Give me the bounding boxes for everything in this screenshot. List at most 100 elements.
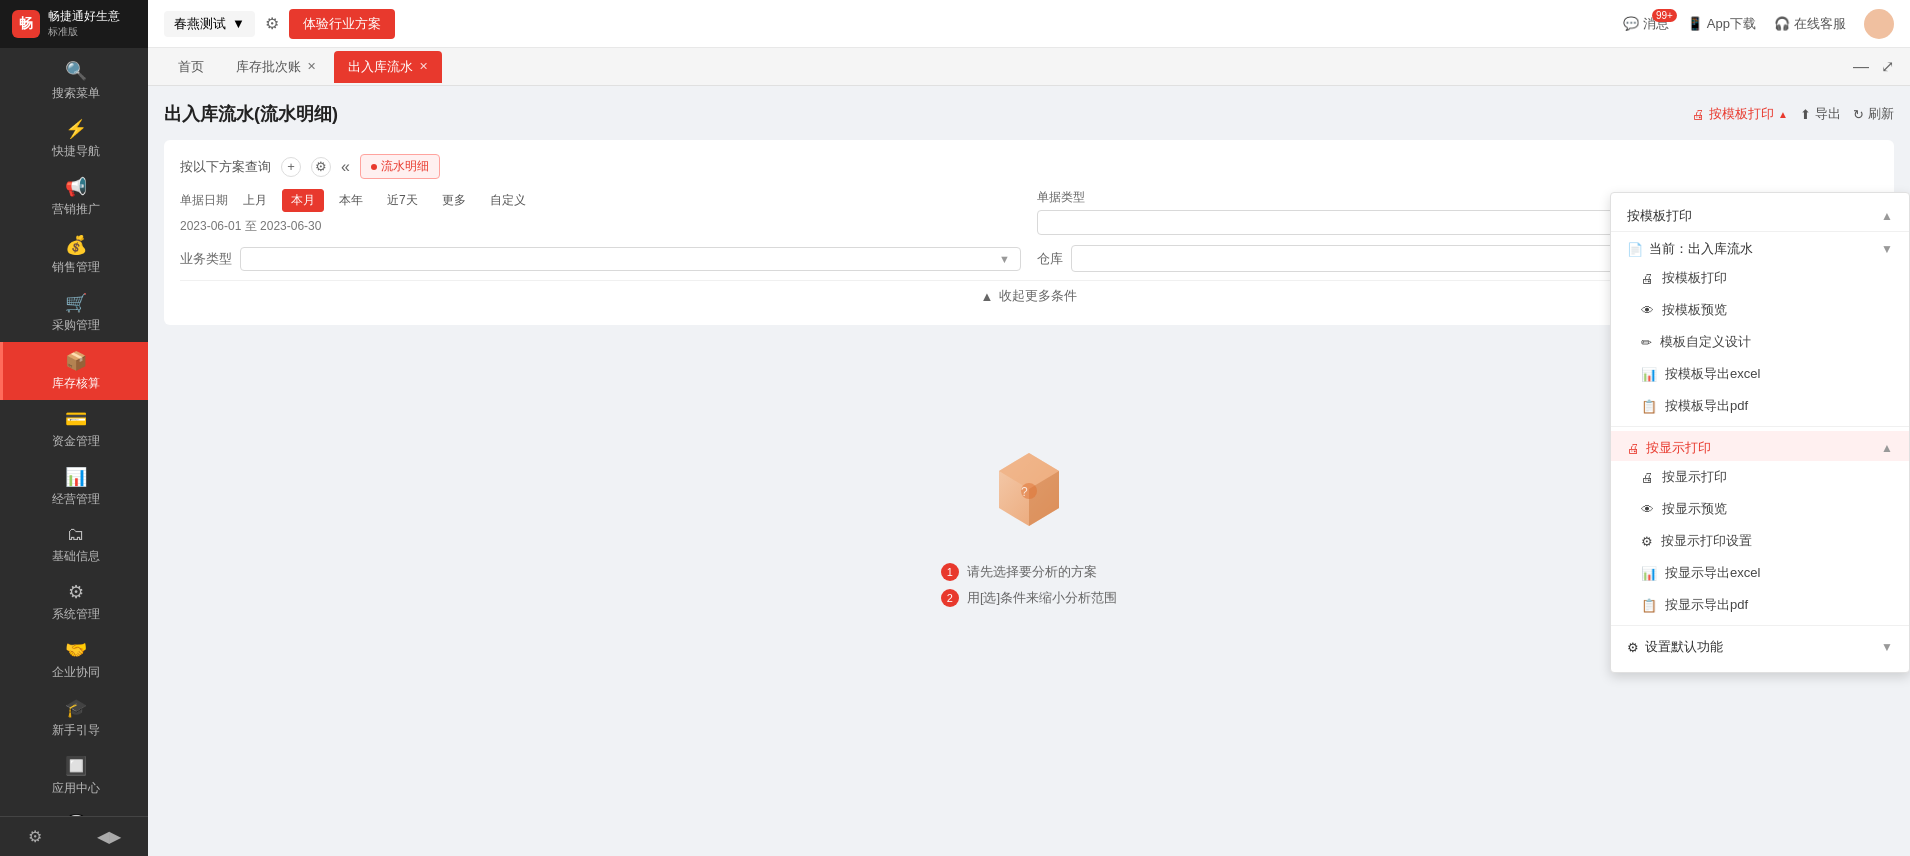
tab-in-out-flow-close-icon[interactable]: ✕ [419,60,428,73]
sidebar-item-finance[interactable]: 💳 资金管理 [0,400,148,458]
apps-icon: 🔲 [65,755,87,777]
filter-collapse-icon[interactable]: « [341,158,350,176]
tab-batch-account-label: 库存批次账 [236,58,301,76]
dropdown-item-template-export-pdf[interactable]: 📋 按模板导出pdf [1611,390,1909,422]
template-export-excel-icon: 📊 [1641,367,1657,382]
tab-home-label: 首页 [178,58,204,76]
dropdown-item-display-export-pdf[interactable]: 📋 按显示导出pdf [1611,589,1909,621]
last-7-days-button[interactable]: 近7天 [378,189,427,212]
dropdown-current-section[interactable]: 📄 当前：出入库流水 ▼ [1611,232,1909,262]
system-icon: ⚙ [68,581,84,603]
sidebar-item-basic[interactable]: 🗂 基础信息 [0,516,148,573]
this-month-button[interactable]: 本月 [282,189,324,212]
dropdown-display-icon: 🖨 [1627,441,1640,456]
sidebar-item-inventory[interactable]: 📦 库存核算 [0,342,148,400]
sidebar-item-search-menu[interactable]: 🔍 搜索菜单 [0,52,148,110]
user-selector[interactable]: 春燕测试 ▼ [164,11,255,37]
app-download-button[interactable]: 📱 App下载 [1687,15,1756,33]
sidebar-item-cooperation[interactable]: 🤝 企业协同 [0,631,148,689]
filter-add-button[interactable]: + [281,157,301,177]
tab-minimize-icon[interactable]: — [1853,58,1869,76]
prev-month-button[interactable]: 上月 [234,189,276,212]
dropdown-footer[interactable]: ⚙ 设置默认功能 ▼ [1611,630,1909,664]
export-button[interactable]: ⬆ 导出 [1800,105,1841,123]
dropdown-divider-2 [1611,625,1909,626]
sidebar-collapse-button[interactable]: ◀▶ [97,827,121,846]
dropdown-item-template-custom[interactable]: ✏ 模板自定义设计 [1611,326,1909,358]
refresh-button[interactable]: ↻ 刷新 [1853,105,1894,123]
filter-business-type-item: 业务类型 ▼ [180,247,1021,271]
date-range-start: 2023-06-01 [180,219,241,233]
dropdown-footer-icon: ⚙ [1627,640,1639,655]
sidebar-item-apps[interactable]: 🔲 应用中心 [0,747,148,805]
guide-icon: 🎓 [65,697,87,719]
dropdown-display-chevron-up-icon: ▲ [1881,441,1893,455]
dropdown-current-label: 当前：出入库流水 [1649,240,1753,258]
page-content: 出入库流水(流水明细) 🖨 按模板打印 ▲ ⬆ 导出 ↻ 刷新 [148,86,1910,856]
empty-hints: 1 请先选择要分析的方案 2 用[选]条件来缩小分析范围 [941,563,1117,615]
dropdown-divider [1611,426,1909,427]
sidebar-item-sales[interactable]: 💰 销售管理 [0,226,148,284]
print-template-icon: 🖨 [1692,107,1705,122]
sidebar-settings-button[interactable]: ⚙ [28,827,42,846]
header-settings-icon[interactable]: ⚙ [265,14,279,33]
tab-home[interactable]: 首页 [164,51,218,83]
user-name: 春燕测试 [174,15,226,33]
sidebar-item-label: 系统管理 [52,606,100,623]
hint-1-text: 请先选择要分析的方案 [967,563,1097,581]
trial-button[interactable]: 体验行业方案 [289,9,395,39]
filter-settings-icon[interactable]: ⚙ [311,157,331,177]
dropdown-item-display-print[interactable]: 🖨 按显示打印 [1611,461,1909,493]
sidebar-item-marketing[interactable]: 📢 营销推广 [0,168,148,226]
sidebar-item-label: 营销推广 [52,201,100,218]
sidebar-item-system[interactable]: ⚙ 系统管理 [0,573,148,631]
template-custom-label: 模板自定义设计 [1660,333,1751,351]
operations-icon: 📊 [65,466,87,488]
sidebar-item-quick-nav[interactable]: ⚡ 快捷导航 [0,110,148,168]
sidebar-nav: 🔍 搜索菜单 ⚡ 快捷导航 📢 营销推广 💰 销售管理 🛒 采购管理 📦 库存核… [0,48,148,816]
dropdown-item-display-export-excel[interactable]: 📊 按显示导出excel [1611,557,1909,589]
online-service-button[interactable]: 🎧 在线客服 [1774,15,1846,33]
date-range-end: 2023-06-30 [260,219,321,233]
dropdown-footer-label: 设置默认功能 [1645,638,1723,656]
dropdown-item-display-preview[interactable]: 👁 按显示预览 [1611,493,1909,525]
app-download-icon: 📱 [1687,16,1703,31]
messages-badge: 99+ [1652,9,1677,22]
tab-in-out-flow[interactable]: 出入库流水 ✕ [334,51,442,83]
sidebar-item-guide[interactable]: 🎓 新手引导 [0,689,148,747]
page-title-row: 出入库流水(流水明细) 🖨 按模板打印 ▲ ⬆ 导出 ↻ 刷新 [164,102,1894,126]
tab-batch-account-close-icon[interactable]: ✕ [307,60,316,73]
search-menu-icon: 🔍 [65,60,87,82]
print-template-button[interactable]: 🖨 按模板打印 ▲ [1692,105,1788,123]
dropdown-item-template-export-excel[interactable]: 📊 按模板导出excel [1611,358,1909,390]
top-right-actions: 🖨 按模板打印 ▲ ⬆ 导出 ↻ 刷新 [1692,105,1894,123]
business-type-chevron-icon: ▼ [999,253,1010,265]
messages-button[interactable]: 💬 消息 99+ [1623,15,1669,33]
user-selector-chevron-icon: ▼ [232,16,245,31]
tab-batch-account[interactable]: 库存批次账 ✕ [222,51,330,83]
sidebar-item-purchase[interactable]: 🛒 采购管理 [0,284,148,342]
sidebar-footer: ⚙ ◀▶ [0,816,148,856]
business-type-select[interactable]: ▼ [240,247,1021,271]
tab-maximize-icon[interactable]: ⤢ [1881,57,1894,76]
dropdown-item-template-print[interactable]: 🖨 按模板打印 [1611,262,1909,294]
custom-button[interactable]: 自定义 [481,189,535,212]
dropdown-display-section[interactable]: 🖨 按显示打印 ▲ [1611,431,1909,461]
filter-header: 按以下方案查询 + ⚙ « 流水明细 [180,154,1878,179]
empty-hint-1: 1 请先选择要分析的方案 [941,563,1117,581]
this-year-button[interactable]: 本年 [330,189,372,212]
dropdown-item-display-print-settings[interactable]: ⚙ 按显示打印设置 [1611,525,1909,557]
sidebar-item-operations[interactable]: 📊 经营管理 [0,458,148,516]
more-button[interactable]: 更多 [433,189,475,212]
sidebar-item-wechat[interactable]: 💬 企业微信 [0,805,148,816]
header-left: 春燕测试 ▼ ⚙ 体验行业方案 [164,9,1623,39]
date-range: 2023-06-01 至 2023-06-30 [180,218,1021,235]
main-area: 春燕测试 ▼ ⚙ 体验行业方案 💬 消息 99+ 📱 App下载 🎧 在线客服 [148,0,1910,856]
display-print-settings-label: 按显示打印设置 [1661,532,1752,550]
dropdown-header-chevron-up-icon: ▲ [1881,209,1893,223]
user-avatar[interactable] [1864,9,1894,39]
filter-active-tag[interactable]: 流水明细 [360,154,440,179]
dropdown-item-template-preview[interactable]: 👁 按模板预览 [1611,294,1909,326]
filter-label: 按以下方案查询 [180,158,271,176]
purchase-icon: 🛒 [65,292,87,314]
